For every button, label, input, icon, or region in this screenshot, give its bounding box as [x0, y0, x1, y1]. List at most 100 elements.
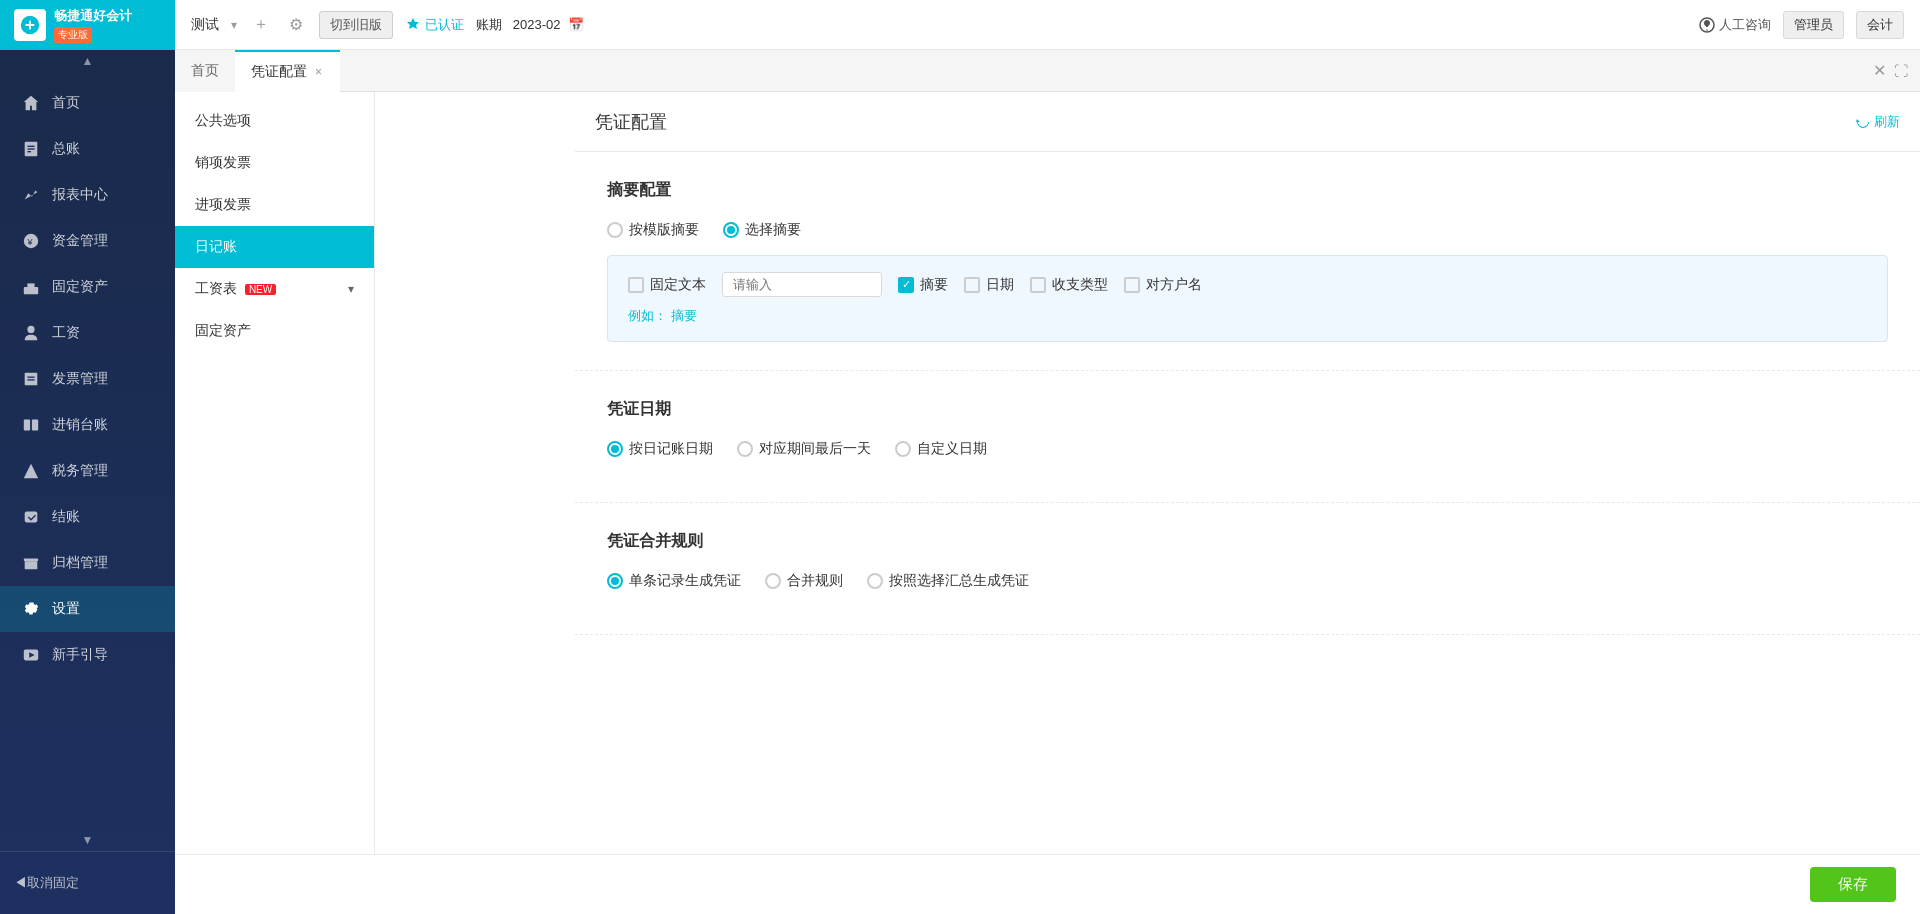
svg-text:¥: ¥ — [26, 237, 33, 247]
sidebar-item-funds[interactable]: ¥ 资金管理 — [0, 218, 175, 264]
home-icon — [20, 92, 42, 114]
sidebar-item-label-fixed-assets: 固定资产 — [52, 278, 108, 296]
left-nav-public-label: 公共选项 — [195, 112, 251, 128]
payroll-icon — [20, 322, 42, 344]
settings-icon — [20, 598, 42, 620]
payroll-table-arrow-icon: ▾ — [348, 282, 354, 296]
topbar-settings-button[interactable]: ⚙ — [285, 11, 307, 38]
left-nav-public[interactable]: 公共选项 — [175, 100, 374, 142]
sidebar-item-fixed-assets[interactable]: 固定资产 — [0, 264, 175, 310]
sidebar-item-home[interactable]: 首页 — [0, 80, 175, 126]
summary-checkbox[interactable]: 摘要 — [898, 276, 948, 294]
left-nav-payroll-table-label: 工资表 — [195, 280, 237, 296]
date-radio-period-last-circle — [737, 441, 753, 457]
refresh-button[interactable]: 刷新 — [1856, 113, 1900, 131]
left-nav-journal[interactable]: 日记账 — [175, 226, 374, 268]
svg-point-9 — [27, 326, 34, 333]
logo-text: 畅捷通好会计 — [54, 7, 132, 25]
fixed-text-checkbox-box — [628, 277, 644, 293]
summary-section: 摘要配置 按模版摘要 选择摘要 固定文本 — [575, 152, 1920, 371]
sidebar-item-label-beginner: 新手引导 — [52, 646, 108, 664]
tab-home-label: 首页 — [191, 62, 219, 80]
scroll-up-arrow[interactable]: ▲ — [0, 50, 175, 72]
beginner-icon — [20, 644, 42, 666]
cancel-fixed-btn[interactable]: ◀取消固定 — [0, 864, 175, 902]
consult-button[interactable]: 人工咨询 — [1699, 16, 1771, 34]
sidebar-footer: ◀取消固定 — [0, 851, 175, 914]
save-button[interactable]: 保存 — [1810, 867, 1896, 902]
close-window-icon[interactable]: ✕ — [1873, 61, 1886, 80]
admin-button[interactable]: 管理员 — [1783, 11, 1844, 39]
date-radio-period-last[interactable]: 对应期间最后一天 — [737, 440, 871, 458]
svg-marker-15 — [24, 464, 38, 478]
add-tab-button[interactable]: ＋ — [249, 10, 273, 39]
sidebar-item-label-sales-ledger: 进销台账 — [52, 416, 108, 434]
fixed-text-checkbox[interactable]: 固定文本 — [628, 276, 706, 294]
sidebar-item-archive[interactable]: 归档管理 — [0, 540, 175, 586]
sidebar-item-ledger[interactable]: 总账 — [0, 126, 175, 172]
summary-radio-template-label: 按模版摘要 — [629, 221, 699, 239]
logo-icon — [14, 9, 46, 41]
main-panel: 凭证配置 刷新 摘要配置 按模版摘要 — [375, 92, 1920, 914]
cancel-fixed-label: ◀取消固定 — [14, 874, 79, 892]
merge-radio-single[interactable]: 单条记录生成凭证 — [607, 572, 741, 590]
payment-type-checkbox[interactable]: 收支类型 — [1030, 276, 1108, 294]
summary-radio-template[interactable]: 按模版摘要 — [607, 221, 699, 239]
logo-badge: 专业版 — [54, 27, 92, 43]
certified-label: 已认证 — [425, 16, 464, 34]
svg-rect-8 — [27, 283, 34, 287]
date-radio-custom[interactable]: 自定义日期 — [895, 440, 987, 458]
merge-radio-select-summary[interactable]: 按照选择汇总生成凭证 — [867, 572, 1029, 590]
date-radio-custom-label: 自定义日期 — [917, 440, 987, 458]
summary-radio-select-label: 选择摘要 — [745, 221, 801, 239]
svg-rect-7 — [24, 287, 38, 294]
left-nav-payroll-table[interactable]: 工资表 NEW ▾ — [175, 268, 374, 310]
sidebar-item-reports[interactable]: 报表中心 — [0, 172, 175, 218]
tab-close-icon[interactable]: × — [313, 63, 324, 81]
scroll-down-arrow[interactable]: ▼ — [0, 829, 175, 851]
switch-old-version-button[interactable]: 切到旧版 — [319, 11, 393, 39]
certified-icon — [405, 17, 421, 33]
expand-window-icon[interactable]: ⛶ — [1894, 63, 1908, 79]
sales-ledger-icon — [20, 414, 42, 436]
closing-icon — [20, 506, 42, 528]
merge-radio-rules[interactable]: 合并规则 — [765, 572, 843, 590]
sidebar: 畅捷通好会计 专业版 ▲ 首页 总账 报表中心 — [0, 0, 175, 914]
left-nav-purchase-invoice[interactable]: 进项发票 — [175, 184, 374, 226]
invoice-icon — [20, 368, 42, 390]
refresh-icon — [1856, 115, 1870, 129]
fixed-text-input[interactable] — [722, 272, 882, 297]
summary-config-row: 固定文本 摘要 日期 收支类型 — [628, 272, 1867, 297]
merge-section-title: 凭证合并规则 — [607, 531, 1888, 552]
sidebar-item-settings[interactable]: 设置 — [0, 586, 175, 632]
payment-type-checkbox-box — [1030, 277, 1046, 293]
sidebar-item-invoice[interactable]: 发票管理 — [0, 356, 175, 402]
merge-radio-rules-circle — [765, 573, 781, 589]
merge-radio-select-summary-label: 按照选择汇总生成凭证 — [889, 572, 1029, 590]
company-chevron-icon[interactable]: ▾ — [231, 18, 237, 32]
consult-icon — [1699, 17, 1715, 33]
summary-radio-select[interactable]: 选择摘要 — [723, 221, 801, 239]
merge-radio-single-label: 单条记录生成凭证 — [629, 572, 741, 590]
merge-radio-single-circle — [607, 573, 623, 589]
sidebar-item-label-settings: 设置 — [52, 600, 80, 618]
counterparty-checkbox[interactable]: 对方户名 — [1124, 276, 1202, 294]
date-radio-journal-label: 按日记账日期 — [629, 440, 713, 458]
left-nav-fixed-assets[interactable]: 固定资产 — [175, 310, 374, 352]
sidebar-item-closing[interactable]: 结账 — [0, 494, 175, 540]
sidebar-item-sales-ledger[interactable]: 进销台账 — [0, 402, 175, 448]
accountant-button[interactable]: 会计 — [1856, 11, 1904, 39]
date-radio-journal[interactable]: 按日记账日期 — [607, 440, 713, 458]
sidebar-item-beginner[interactable]: 新手引导 — [0, 632, 175, 678]
left-nav-sales-invoice[interactable]: 销项发票 — [175, 142, 374, 184]
date-checkbox[interactable]: 日期 — [964, 276, 1014, 294]
sidebar-item-tax[interactable]: 税务管理 — [0, 448, 175, 494]
sidebar-item-label-home: 首页 — [52, 94, 80, 112]
date-checkbox-box — [964, 277, 980, 293]
sidebar-item-payroll[interactable]: 工资 — [0, 310, 175, 356]
tab-voucher-config[interactable]: 凭证配置 × — [235, 50, 340, 92]
summary-radio-select-circle — [723, 222, 739, 238]
svg-rect-18 — [25, 561, 38, 569]
tab-right-buttons: ✕ ⛶ — [1873, 61, 1920, 80]
tab-home[interactable]: 首页 — [175, 50, 235, 92]
